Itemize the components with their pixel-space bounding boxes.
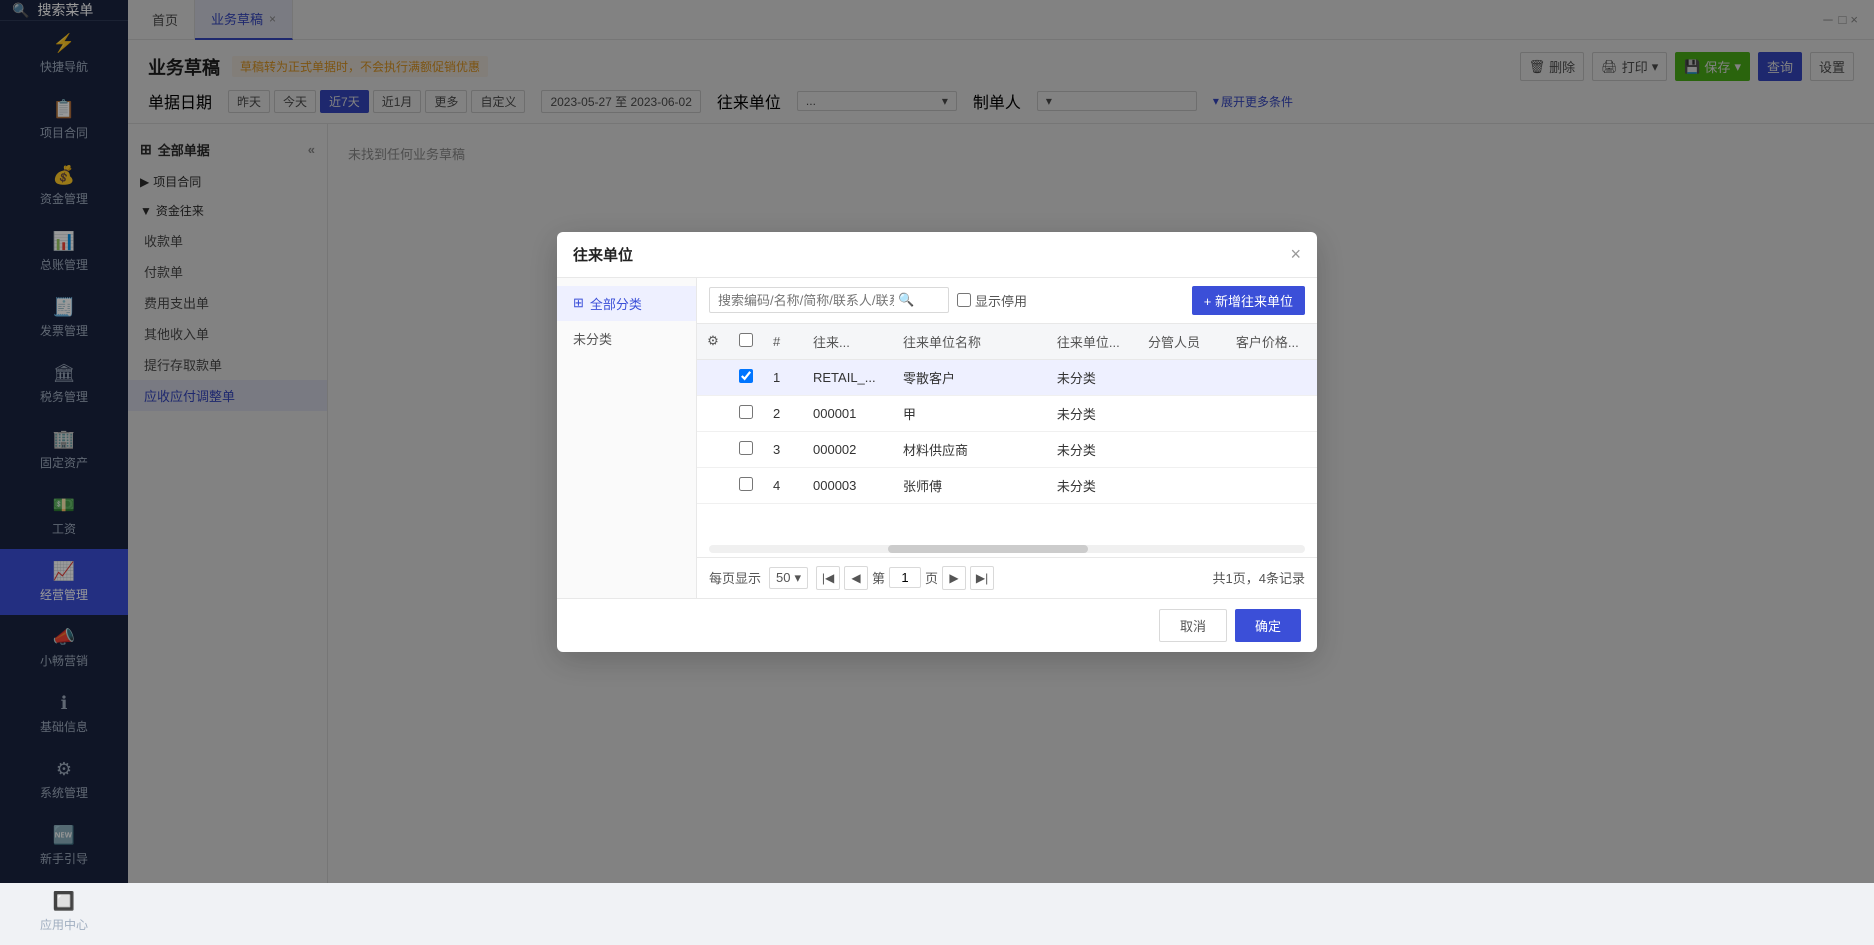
show-disabled-checkbox[interactable] [957,293,971,307]
row-category: 未分类 [1047,467,1138,503]
page-label: 第 [872,568,885,587]
modal-sidebar-all[interactable]: ⊞ 全部分类 [557,286,696,321]
page-size-select[interactable]: 50 ▾ [769,567,808,589]
row-category: 未分类 [1047,359,1138,395]
row-person [1138,359,1226,395]
modal-table-area: ⚙ # 往来... 往来单位名称 往来单位... 分管人员 客户价格... [697,324,1317,541]
row-settings-icon [697,395,729,431]
row-settings-icon [697,431,729,467]
row-person [1138,431,1226,467]
row-checkbox-cell [729,431,763,467]
table-row[interactable]: 3 000002 材料供应商 未分类 [697,431,1317,467]
col-header-num: # [763,324,803,360]
page-size-value: 50 [776,570,790,585]
page-size-chevron-down-icon: ▾ [794,570,801,586]
row-person [1138,395,1226,431]
select-all-checkbox[interactable] [739,333,753,347]
row-code: RETAIL_... [803,359,893,395]
modal-main: 🔍 显示停用 + 新增往来单位 ⚙ [697,278,1317,598]
row-category: 未分类 [1047,395,1138,431]
row-code: 000003 [803,467,893,503]
row-checkbox[interactable] [739,477,753,491]
modal-sidebar-all-label: 全部分类 [590,294,642,313]
row-checkbox-cell [729,395,763,431]
prev-page-btn[interactable]: ◀ [844,566,868,590]
page-size-label: 每页显示 [709,568,761,587]
row-settings-icon [697,359,729,395]
row-price [1226,431,1317,467]
modal-search-box[interactable]: 🔍 [709,287,949,313]
sidebar-item-label: 应用中心 [40,916,88,933]
modal-pagination-bar: 每页显示 50 ▾ |◀ ◀ 第 页 ▶ ▶| 共1页，4条记录 [697,557,1317,598]
row-num: 3 [763,431,803,467]
col-header-category: 往来单位... [1047,324,1138,360]
table-row[interactable]: 2 000001 甲 未分类 [697,395,1317,431]
row-price [1226,359,1317,395]
show-disabled-label: 显示停用 [975,291,1027,310]
party-modal: 往来单位 × ⊞ 全部分类 未分类 🔍 [557,232,1317,652]
modal-close-icon[interactable]: × [1290,244,1301,265]
modal-toolbar: 🔍 显示停用 + 新增往来单位 [697,278,1317,324]
col-header-person: 分管人员 [1138,324,1226,360]
row-checkbox[interactable] [739,369,753,383]
row-checkbox-cell [729,467,763,503]
page-unit-label: 页 [925,568,938,587]
row-num: 2 [763,395,803,431]
row-price [1226,395,1317,431]
col-header-checkbox [729,324,763,360]
add-party-label: + 新增往来单位 [1204,291,1293,310]
modal-sidebar-unclassified[interactable]: 未分类 [557,321,696,356]
modal-overlay: 往来单位 × ⊞ 全部分类 未分类 🔍 [0,0,1874,883]
row-num: 4 [763,467,803,503]
modal-data-table: ⚙ # 往来... 往来单位名称 往来单位... 分管人员 客户价格... [697,324,1317,504]
scrollbar-thumb[interactable] [888,545,1088,553]
modal-body: ⊞ 全部分类 未分类 🔍 显示停用 [557,278,1317,598]
show-disabled-toggle[interactable]: 显示停用 [957,291,1027,310]
app-icon: 🔲 [53,891,75,912]
col-header-price: 客户价格... [1226,324,1317,360]
search-icon: 🔍 [898,292,914,308]
add-party-button[interactable]: + 新增往来单位 [1192,286,1305,315]
next-page-btn[interactable]: ▶ [942,566,966,590]
last-page-btn[interactable]: ▶| [970,566,994,590]
grid-icon: ⊞ [573,295,584,311]
modal-header: 往来单位 × [557,232,1317,278]
page-number-input[interactable] [889,567,921,588]
col-header-code: 往来... [803,324,893,360]
row-name: 甲 [893,395,1047,431]
table-header-row: ⚙ # 往来... 往来单位名称 往来单位... 分管人员 客户价格... [697,324,1317,360]
row-num: 1 [763,359,803,395]
first-page-btn[interactable]: |◀ [816,566,840,590]
col-header-settings: ⚙ [697,324,729,360]
modal-title: 往来单位 [573,244,633,265]
total-info: 共1页，4条记录 [1213,568,1305,587]
modal-sidebar-unclassified-label: 未分类 [573,329,612,348]
row-price [1226,467,1317,503]
row-name: 零散客户 [893,359,1047,395]
row-checkbox[interactable] [739,405,753,419]
row-checkbox-cell [729,359,763,395]
modal-sidebar: ⊞ 全部分类 未分类 [557,278,697,598]
row-category: 未分类 [1047,431,1138,467]
table-row[interactable]: 1 RETAIL_... 零散客户 未分类 [697,359,1317,395]
row-settings-icon [697,467,729,503]
row-name: 张师傅 [893,467,1047,503]
pagination-controls: |◀ ◀ 第 页 ▶ ▶| [816,566,994,590]
row-checkbox[interactable] [739,441,753,455]
table-row[interactable]: 4 000003 张师傅 未分类 [697,467,1317,503]
row-code: 000001 [803,395,893,431]
col-header-name: 往来单位名称 [893,324,1047,360]
confirm-button[interactable]: 确定 [1235,609,1301,642]
modal-actions: 取消 确定 [557,598,1317,652]
modal-search-input[interactable] [718,293,894,308]
row-person [1138,467,1226,503]
row-name: 材料供应商 [893,431,1047,467]
cancel-button[interactable]: 取消 [1159,609,1227,642]
row-code: 000002 [803,431,893,467]
horizontal-scrollbar[interactable] [709,545,1305,553]
sidebar-item-app-center[interactable]: 🔲 应用中心 [0,879,128,945]
